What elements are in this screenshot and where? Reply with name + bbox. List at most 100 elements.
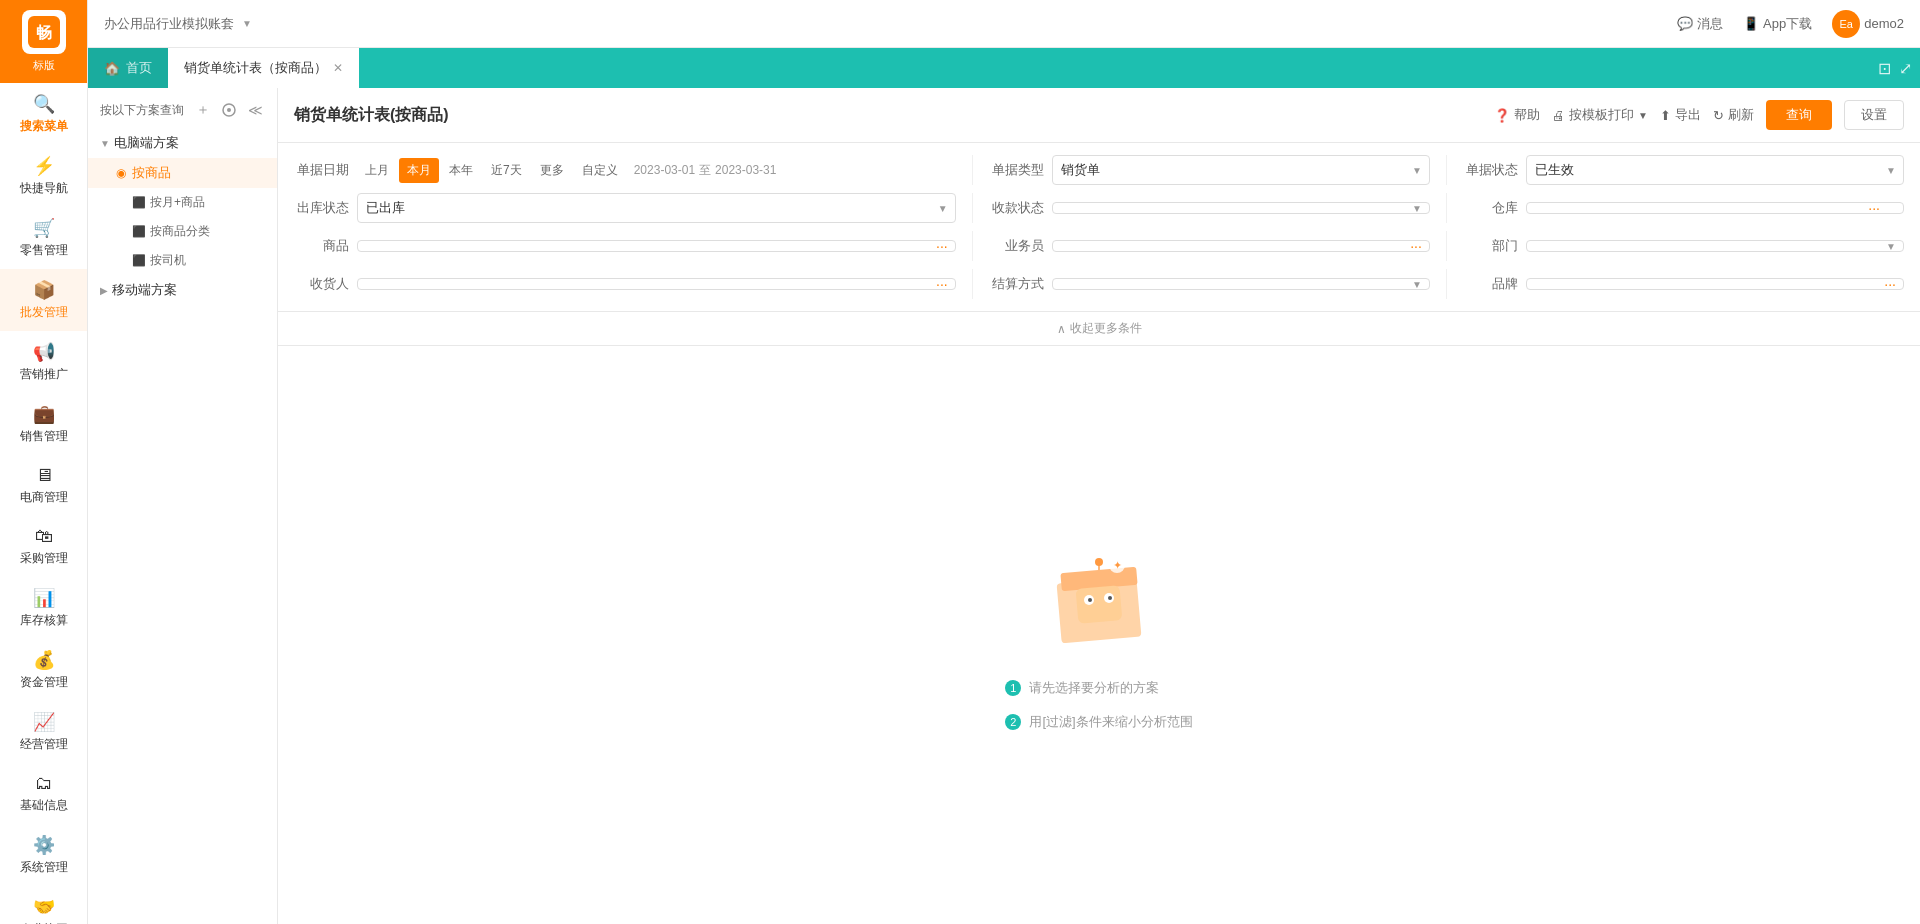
step-num-2: 2 [1005,714,1021,730]
empty-step1-label: 请先选择要分析的方案 [1029,675,1159,701]
filter-goods: 商品 ··· [294,237,956,255]
export-button[interactable]: ⬆ 导出 [1660,106,1701,124]
tree-mobile: ▶ 移动端方案 [88,275,277,305]
tree-arrow-icon: ▼ [100,138,110,149]
refresh-button[interactable]: ↻ 刷新 [1713,106,1754,124]
top-nav: 办公用品行业模拟账套 ▼ 💬 消息 📱 App下载 Ea demo2 [88,0,1920,48]
sidebar-item-enterprise[interactable]: 🤝 企业协同 [0,886,87,924]
warehouse-dots-icon[interactable]: ··· [1868,200,1880,216]
help-button[interactable]: ❓ 帮助 [1494,106,1540,124]
user-action[interactable]: Ea demo2 [1832,10,1904,38]
receiver-label: 收货人 [294,275,349,293]
left-panel-header: 按以下方案查询 ＋ ≪ [88,100,277,128]
goods-select[interactable] [357,240,956,252]
brand-select[interactable] [1526,278,1904,290]
tab-home[interactable]: 🏠 首页 [88,48,168,88]
tab-maximize-icon[interactable]: ⤢ [1899,59,1912,78]
collapse-bar[interactable]: ∧ 收起更多条件 [278,312,1920,346]
tree-parent-mobile[interactable]: ▶ 移动端方案 [88,275,277,305]
receiver-select[interactable] [357,278,956,290]
sidebar-item-purchase[interactable]: 🛍 采购管理 [0,516,87,577]
finance-icon: 💰 [33,649,55,671]
brand-dots-icon[interactable]: ··· [1884,276,1896,292]
doc-status-select[interactable]: 已生效 [1526,155,1904,185]
add-scheme-button[interactable]: ＋ [193,100,213,120]
sidebar-item-marketing[interactable]: 📢 营销推广 [0,331,87,393]
empty-state: ✦ 1 请先选择要分析的方案 [278,346,1920,924]
date-btn-7days[interactable]: 近7天 [483,158,530,183]
settings-button[interactable]: 设置 [1844,100,1904,130]
doc-type-select[interactable]: 销货单 [1052,155,1430,185]
export-icon: ⬆ [1660,108,1671,123]
sales-icon: 💼 [33,403,55,425]
message-icon: 💬 [1677,16,1693,31]
salesman-dots-icon[interactable]: ··· [1410,238,1422,254]
edit-scheme-button[interactable] [219,100,239,120]
department-select[interactable] [1526,240,1904,252]
operation-icon: 📈 [33,711,55,733]
sub-icon-2: ⬛ [132,225,146,238]
tree-sub-by-cashier[interactable]: ⬛ 按司机 [88,246,277,275]
svg-point-11 [1088,598,1092,602]
sidebar-item-ecommerce[interactable]: 🖥 电商管理 [0,455,87,516]
tab-close-icon[interactable]: ✕ [333,61,343,75]
date-btn-this-month[interactable]: 本月 [399,158,439,183]
receiver-dots-icon[interactable]: ··· [936,276,948,292]
date-btn-custom[interactable]: 自定义 [574,158,626,183]
sidebar-item-search[interactable]: 🔍 搜索菜单 [0,83,87,145]
page-title: 销货单统计表(按商品) [294,105,1494,126]
collapse-panel-button[interactable]: ≪ [245,100,265,120]
sidebar-item-operation[interactable]: 📈 经营管理 [0,701,87,763]
print-icon: 🖨 [1552,108,1565,123]
sub-icon-1: ⬛ [132,196,146,209]
industry-selector[interactable]: 办公用品行业模拟账套 ▼ [104,15,252,33]
tree-parent-desktop[interactable]: ▼ 电脑端方案 [88,128,277,158]
marketing-icon: 📢 [33,341,55,363]
date-btn-last-month[interactable]: 上月 [357,158,397,183]
goods-dots-icon[interactable]: ··· [936,238,948,254]
message-label: 消息 [1697,15,1723,33]
filter-row-2: 出库状态 已出库 ▼ 收款状态 [294,193,1904,223]
payment-status-select[interactable] [1052,202,1430,214]
date-btn-this-year[interactable]: 本年 [441,158,481,183]
sidebar-item-finance[interactable]: 💰 资金管理 [0,639,87,701]
sidebar-quicknav-label: 快捷导航 [20,180,68,197]
tree-child-by-goods[interactable]: ◉ 按商品 [88,158,277,188]
inventory-icon: 📊 [33,587,55,609]
filter-area: 单据日期 上月 本月 本年 近7天 更多 自定义 2023-03-01 至 [278,143,1920,312]
doc-status-control: 已生效 ▼ [1526,155,1904,185]
stock-status-select[interactable]: 已出库 [357,193,956,223]
stock-status-control: 已出库 ▼ [357,193,956,223]
app-subtitle: 标版 [33,58,55,73]
sidebar-item-sales[interactable]: 💼 销售管理 [0,393,87,455]
print-button[interactable]: 🖨 按模板打印 ▼ [1552,106,1648,124]
app-download-action[interactable]: 📱 App下载 [1743,15,1812,33]
help-icon: ❓ [1494,108,1510,123]
filter-divider-5 [972,231,973,261]
sidebar-item-inventory[interactable]: 📊 库存核算 [0,577,87,639]
svg-point-3 [227,108,231,112]
goods-control: ··· [357,240,956,252]
payment-method-select[interactable] [1052,278,1430,290]
sub-icon-3: ⬛ [132,254,146,267]
warehouse-select[interactable] [1526,202,1904,214]
query-button[interactable]: 查询 [1766,100,1832,130]
sidebar-item-quicknav[interactable]: ⚡ 快捷导航 [0,145,87,207]
app-download-label: App下载 [1763,15,1812,33]
message-action[interactable]: 💬 消息 [1677,15,1723,33]
app-logo: 畅 标版 [0,0,87,83]
sidebar-item-wholesale[interactable]: 📦 批发管理 [0,269,87,331]
sidebar-item-retail[interactable]: 🛒 零售管理 [0,207,87,269]
tab-minimize-icon[interactable]: ⊡ [1878,59,1891,78]
industry-label: 办公用品行业模拟账套 [104,15,234,33]
filter-divider-3 [972,193,973,223]
date-btn-more[interactable]: 更多 [532,158,572,183]
sidebar-item-basic[interactable]: 🗂 基础信息 [0,763,87,824]
tree-sub-by-goods-category[interactable]: ⬛ 按商品分类 [88,217,277,246]
tab-report[interactable]: 销货单统计表（按商品） ✕ [168,48,359,88]
sidebar-item-system[interactable]: ⚙️ 系统管理 [0,824,87,886]
tree-desktop: ▼ 电脑端方案 ◉ 按商品 ⬛ 按月+商品 ⬛ 按商品分类 ⬛ 按司机 [88,128,277,275]
tree-sub-by-month-goods[interactable]: ⬛ 按月+商品 [88,188,277,217]
svg-text:✦: ✦ [1113,559,1122,571]
salesman-select[interactable] [1052,240,1430,252]
